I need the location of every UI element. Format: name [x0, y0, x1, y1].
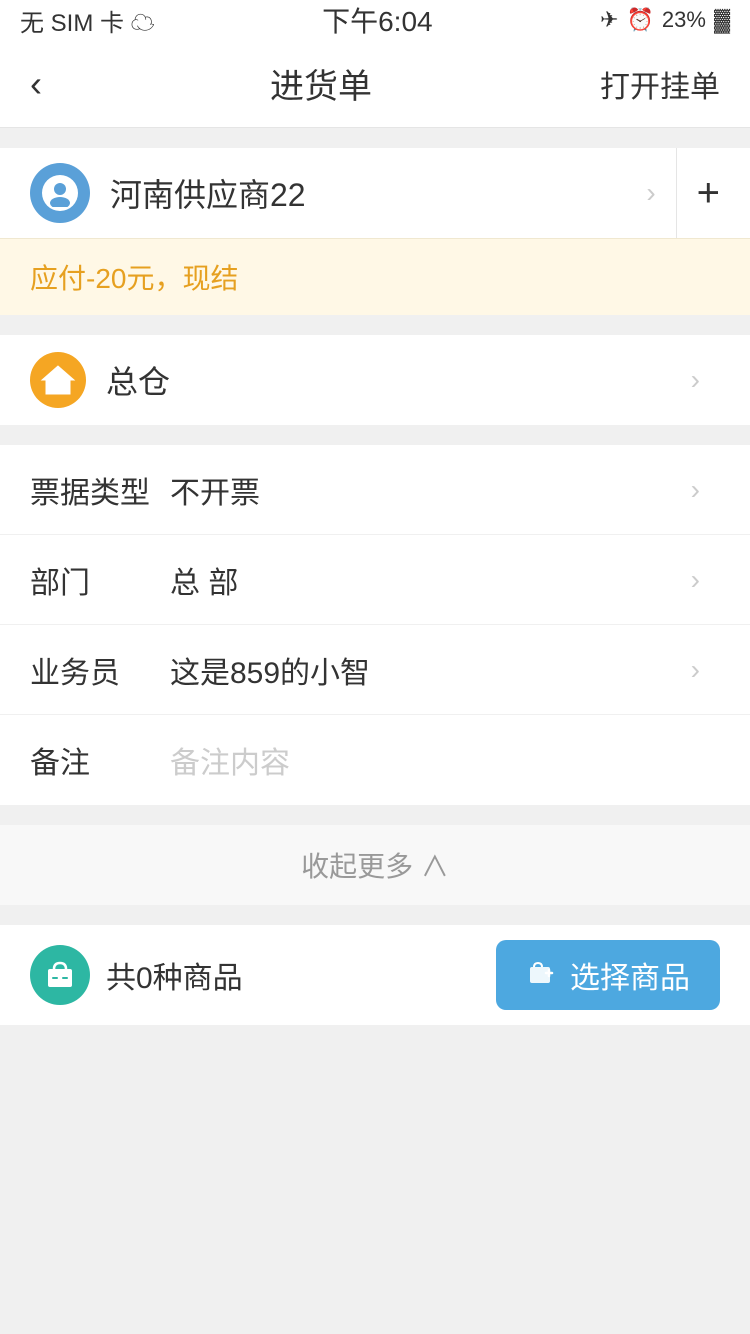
sim-label: 无 SIM 卡 ☁: [20, 3, 155, 38]
form-section: 票据类型 不开票 › 部门 总 部 › 业务员 这是859的小智 › 备注 备注…: [0, 445, 750, 805]
back-button[interactable]: ‹: [30, 63, 42, 105]
department-value: 总 部: [170, 558, 691, 602]
collapse-button[interactable]: 收起更多 ∧: [0, 825, 750, 905]
location-icon: ✈: [600, 7, 618, 33]
department-label: 部门: [30, 558, 170, 602]
shopping-bag-icon: [42, 957, 78, 993]
alarm-icon: ⏰: [626, 7, 653, 33]
salesperson-value: 这是859的小智: [170, 648, 691, 692]
warehouse-icon: [30, 352, 86, 408]
home-icon: [40, 362, 76, 398]
avatar-inner: [42, 175, 78, 211]
open-pending-button[interactable]: 打开挂单: [600, 62, 720, 106]
add-supplier-button[interactable]: +: [676, 148, 720, 238]
bottom-bar: 共0种商品 选择商品: [0, 925, 750, 1025]
section-gap-1: [0, 128, 750, 148]
page-background: [0, 1025, 750, 1225]
warehouse-chevron-icon: ›: [691, 364, 700, 396]
remark-label: 备注: [30, 738, 170, 782]
product-cart-icon: [30, 945, 90, 1005]
remark-placeholder[interactable]: 备注内容: [170, 738, 720, 782]
status-bar: 无 SIM 卡 ☁ 下午6:04 ✈ ⏰ 23% ▓: [0, 0, 750, 40]
status-time: 下午6:04: [322, 0, 433, 40]
department-row[interactable]: 部门 总 部 ›: [0, 535, 750, 625]
supplier-row[interactable]: 河南供应商22 ›: [30, 148, 676, 238]
warning-banner: 应付-20元，现结: [0, 238, 750, 315]
page-title: 进货单: [270, 59, 372, 108]
status-left: 无 SIM 卡 ☁: [20, 3, 155, 38]
warehouse-name: 总仓: [106, 357, 691, 403]
department-chevron: ›: [691, 564, 700, 596]
salesperson-label: 业务员: [30, 648, 170, 692]
battery-label: 23%: [662, 7, 706, 33]
person-icon: [46, 179, 74, 207]
supplier-name: 河南供应商22: [110, 170, 646, 216]
invoice-type-value: 不开票: [170, 468, 691, 512]
nav-bar: ‹ 进货单 打开挂单: [0, 40, 750, 128]
select-product-button[interactable]: 选择商品: [496, 940, 720, 1010]
battery-icon: ▓: [714, 7, 730, 33]
product-count-area: 共0种商品: [30, 945, 243, 1005]
invoice-type-chevron: ›: [691, 474, 700, 506]
avatar: [30, 163, 90, 223]
chevron-right-icon: ›: [646, 177, 655, 209]
invoice-type-row[interactable]: 票据类型 不开票 ›: [0, 445, 750, 535]
product-count-label: 共0种商品: [106, 953, 243, 997]
select-product-label: 选择商品: [570, 953, 690, 997]
salesperson-chevron: ›: [691, 654, 700, 686]
select-cart-icon: [526, 959, 558, 991]
supplier-section[interactable]: 河南供应商22 › +: [0, 148, 750, 238]
salesperson-row[interactable]: 业务员 这是859的小智 ›: [0, 625, 750, 715]
warehouse-section[interactable]: 总仓 ›: [0, 335, 750, 425]
invoice-type-label: 票据类型: [30, 468, 170, 512]
status-right: ✈ ⏰ 23% ▓: [600, 7, 730, 33]
remark-row[interactable]: 备注 备注内容: [0, 715, 750, 805]
